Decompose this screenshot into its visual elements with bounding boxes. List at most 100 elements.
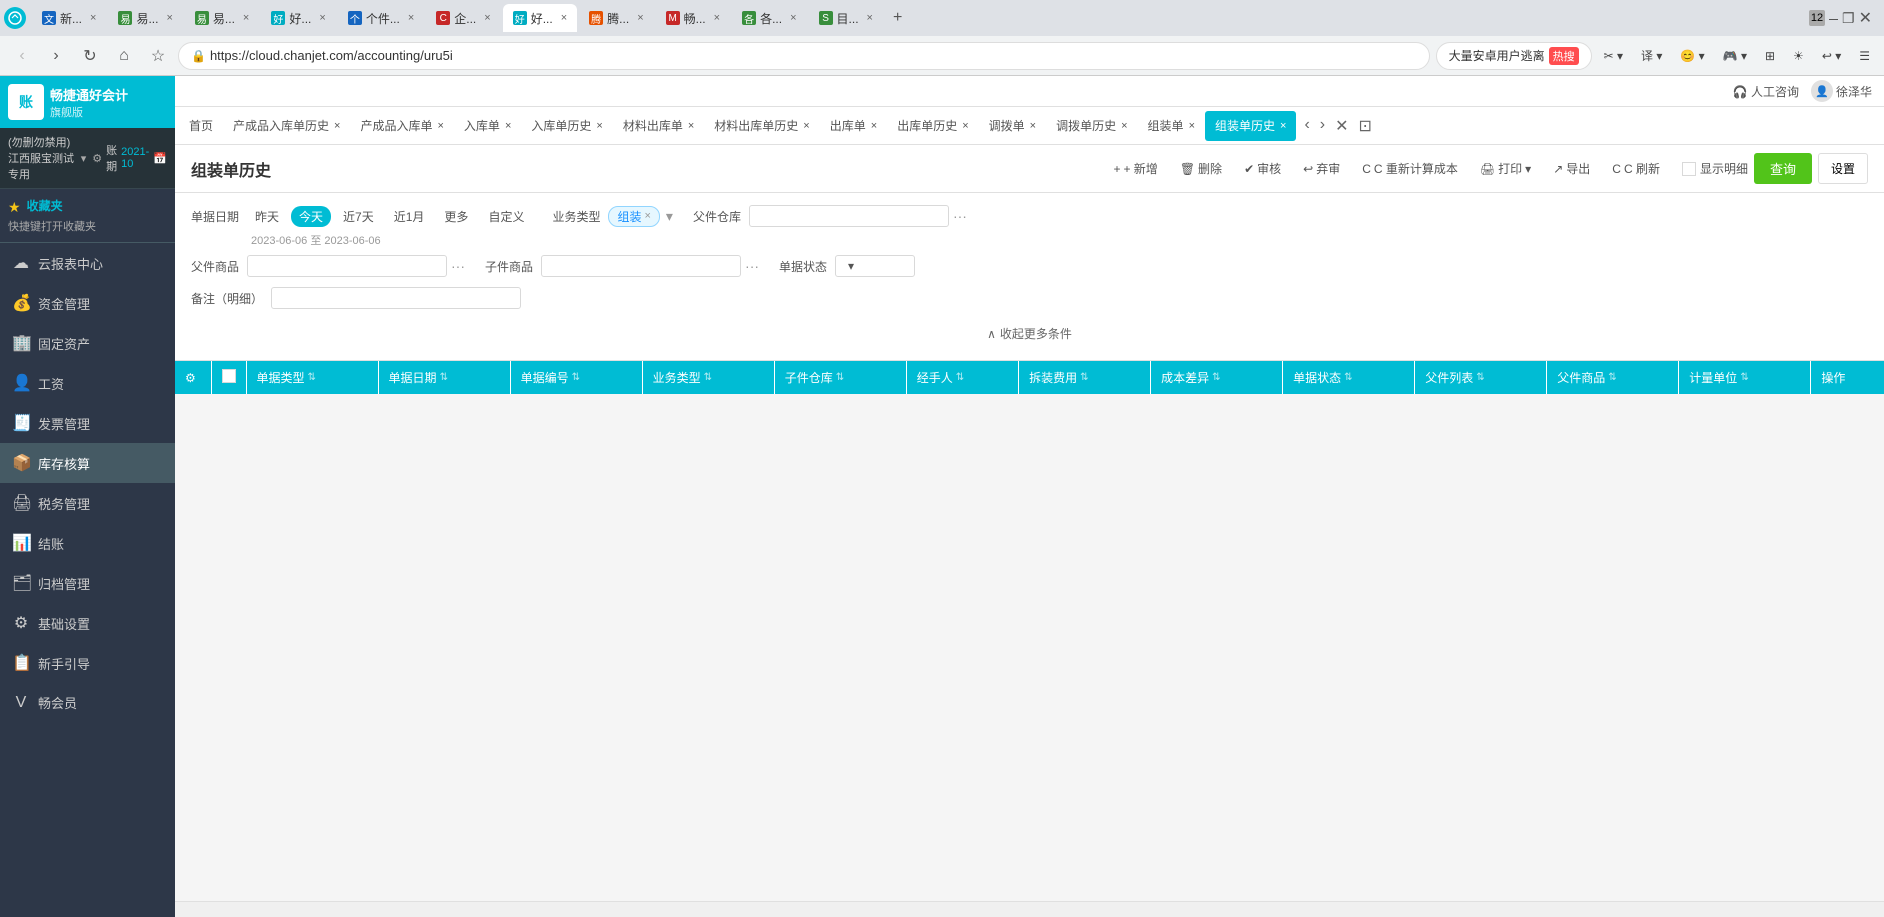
browser-tab-7[interactable]: 好 好... × (503, 4, 577, 32)
col-parent-list[interactable]: 父件列表 ⇅ (1415, 361, 1547, 394)
tab-close-6[interactable]: × (484, 12, 490, 24)
browser-tab-1[interactable]: 文 新... × (32, 4, 106, 32)
custom-btn[interactable]: 自定义 (480, 206, 532, 227)
col-cost-diff[interactable]: 成本差异 ⇅ (1151, 361, 1283, 394)
tab-out-order[interactable]: 出库单 × (820, 111, 887, 141)
tab-in-order[interactable]: 入库单 × (454, 111, 521, 141)
last-month-btn[interactable]: 近1月 (386, 206, 433, 227)
sidebar-item-settlement[interactable]: 📊 结账 (0, 523, 175, 563)
print-button[interactable]: 🖨 打印 ▾ (1472, 156, 1539, 181)
tab-in-history[interactable]: 入库单历史 × (521, 111, 612, 141)
col-parent-goods-sort[interactable]: 父件商品 ⇅ (1557, 369, 1668, 386)
back-button[interactable]: ‹ (8, 42, 36, 70)
tab-material-out-history[interactable]: 材料出库单历史 × (704, 111, 819, 141)
browser-tab-11[interactable]: S 目... × (809, 4, 883, 32)
collapse-button[interactable]: ∧ 收起更多条件 (979, 323, 1080, 344)
parent-goods-input[interactable] (247, 255, 447, 277)
tab-out-history[interactable]: 出库单历史 × (887, 111, 978, 141)
close-window-button[interactable]: ✕ (1859, 8, 1872, 28)
tab-prev-btn[interactable]: ‹ (1300, 116, 1313, 136)
col-bill-no-sort[interactable]: 单据编号 ⇅ (521, 369, 632, 386)
yesterday-btn[interactable]: 昨天 (247, 206, 287, 227)
tab-out-order-close[interactable]: × (871, 120, 877, 132)
tab-assembly-close[interactable]: × (1189, 120, 1195, 132)
col-bill-no[interactable]: 单据编号 ⇅ (510, 361, 642, 394)
col-biz-type-sort[interactable]: 业务类型 ⇅ (653, 369, 764, 386)
home-button[interactable]: ⌂ (110, 42, 138, 70)
sidebar-item-salary[interactable]: 👤 工资 (0, 363, 175, 403)
minimize-button[interactable]: ⎯ (1829, 8, 1838, 29)
tab-transfer-close[interactable]: × (1030, 120, 1036, 132)
col-disassemble-fee-sort[interactable]: 拆装费用 ⇅ (1029, 369, 1140, 386)
child-goods-input[interactable] (541, 255, 741, 277)
account-selector[interactable]: (勿删勿禁用) 江西服宝测试专用 ▾ ⚙ 账期 2021-10 📅 (0, 128, 175, 189)
tab-close-2[interactable]: × (166, 12, 172, 24)
sidebar-item-inventory[interactable]: 📦 库存核算 (0, 443, 175, 483)
business-type-dropdown[interactable]: ▾ (666, 208, 673, 225)
sidebar-item-settings[interactable]: ⚙ 基础设置 (0, 603, 175, 643)
url-input[interactable]: 🔒 https://cloud.chanjet.com/accounting/u… (178, 42, 1430, 70)
bottom-scrollbar[interactable] (175, 901, 1884, 917)
tab-produce-in-history[interactable]: 产成品入库单历史 × (223, 111, 350, 141)
audit-button[interactable]: ✔ 审核 (1236, 156, 1289, 181)
browser-tab-2[interactable]: 易 易... × (108, 4, 182, 32)
col-bill-status[interactable]: 单据状态 ⇅ (1283, 361, 1415, 394)
sidebar-item-invoice[interactable]: 🧾 发票管理 (0, 403, 175, 443)
refresh-button[interactable]: C C 刷新 (1604, 156, 1668, 181)
tab-assembly[interactable]: 组装单 × (1138, 111, 1205, 141)
browser-tab-8[interactable]: 腾 腾... × (579, 4, 653, 32)
sidebar-item-cloud-report[interactable]: ☁ 云报表中心 (0, 243, 175, 283)
badge-count[interactable]: 12 (1809, 10, 1825, 26)
scissors-btn[interactable]: ✂ ▾ (1598, 47, 1629, 65)
select-all-checkbox[interactable] (222, 369, 236, 383)
tab-material-out[interactable]: 材料出库单 × (613, 111, 704, 141)
tab-transfer-history[interactable]: 调拨单历史 × (1046, 111, 1137, 141)
menu-btn[interactable]: ☰ (1853, 47, 1876, 65)
tab-produce-in-history-close[interactable]: × (334, 120, 340, 132)
bookmark-button[interactable]: ☆ (144, 42, 172, 70)
sidebar-item-fixed-assets[interactable]: 🏢 固定资产 (0, 323, 175, 363)
col-cost-diff-sort[interactable]: 成本差异 ⇅ (1161, 369, 1272, 386)
col-unit-sort[interactable]: 计量单位 ⇅ (1689, 369, 1800, 386)
col-handler[interactable]: 经手人 ⇅ (906, 361, 1018, 394)
grid-btn[interactable]: ⊞ (1759, 47, 1781, 65)
delete-button[interactable]: 🗑 删除 (1172, 156, 1230, 181)
forward-button[interactable]: › (42, 42, 70, 70)
calendar-icon[interactable]: 📅 (153, 152, 167, 165)
tab-in-history-close[interactable]: × (596, 120, 602, 132)
tab-in-order-close[interactable]: × (505, 120, 511, 132)
tab-material-out-history-close[interactable]: × (803, 120, 809, 132)
col-bill-date[interactable]: 单据日期 ⇅ (378, 361, 510, 394)
tab-close-8[interactable]: × (637, 12, 643, 24)
reload-button[interactable]: ↻ (76, 42, 104, 70)
browser-tab-4[interactable]: 好 好... × (261, 4, 335, 32)
col-bill-status-sort[interactable]: 单据状态 ⇅ (1293, 369, 1404, 386)
sun-btn[interactable]: ☀ (1787, 47, 1810, 65)
tab-assembly-history[interactable]: 组装单历史 × (1205, 111, 1296, 141)
parent-warehouse-input[interactable] (749, 205, 949, 227)
last7-btn[interactable]: 近7天 (335, 206, 382, 227)
emoji-btn[interactable]: 😊 ▾ (1674, 47, 1710, 65)
tab-close-1[interactable]: × (90, 12, 96, 24)
col-bill-date-sort[interactable]: 单据日期 ⇅ (389, 369, 500, 386)
tab-close-5[interactable]: × (408, 12, 414, 24)
query-button[interactable]: 查询 (1754, 153, 1812, 184)
tab-close-all-btn[interactable]: ✕ (1331, 116, 1352, 136)
sidebar-item-archive[interactable]: 🗂 归档管理 (0, 563, 175, 603)
tab-next-btn[interactable]: › (1316, 116, 1329, 136)
tab-close-7[interactable]: × (561, 12, 567, 24)
tab-more-btn[interactable]: ⊡ (1355, 116, 1376, 136)
col-child-warehouse-sort[interactable]: 子件仓库 ⇅ (785, 369, 896, 386)
sidebar-item-guide[interactable]: 📋 新手引导 (0, 643, 175, 683)
col-child-warehouse[interactable]: 子件仓库 ⇅ (774, 361, 906, 394)
recalc-button[interactable]: C C 重新计算成本 (1354, 156, 1466, 181)
abandon-button[interactable]: ↩ 弃审 (1295, 156, 1348, 181)
service-btn[interactable]: 🎧 人工咨询 (1733, 83, 1799, 100)
browser-tab-9[interactable]: M 畅... × (656, 4, 730, 32)
sidebar-item-tax[interactable]: 🖨 税务管理 (0, 483, 175, 523)
remarks-input[interactable] (271, 287, 521, 309)
show-detail-check[interactable] (1682, 162, 1696, 176)
show-detail-checkbox[interactable]: 显示明细 (1682, 160, 1748, 177)
tab-produce-in[interactable]: 产成品入库单 × (350, 111, 453, 141)
browser-tab-6[interactable]: C 企... × (426, 4, 500, 32)
